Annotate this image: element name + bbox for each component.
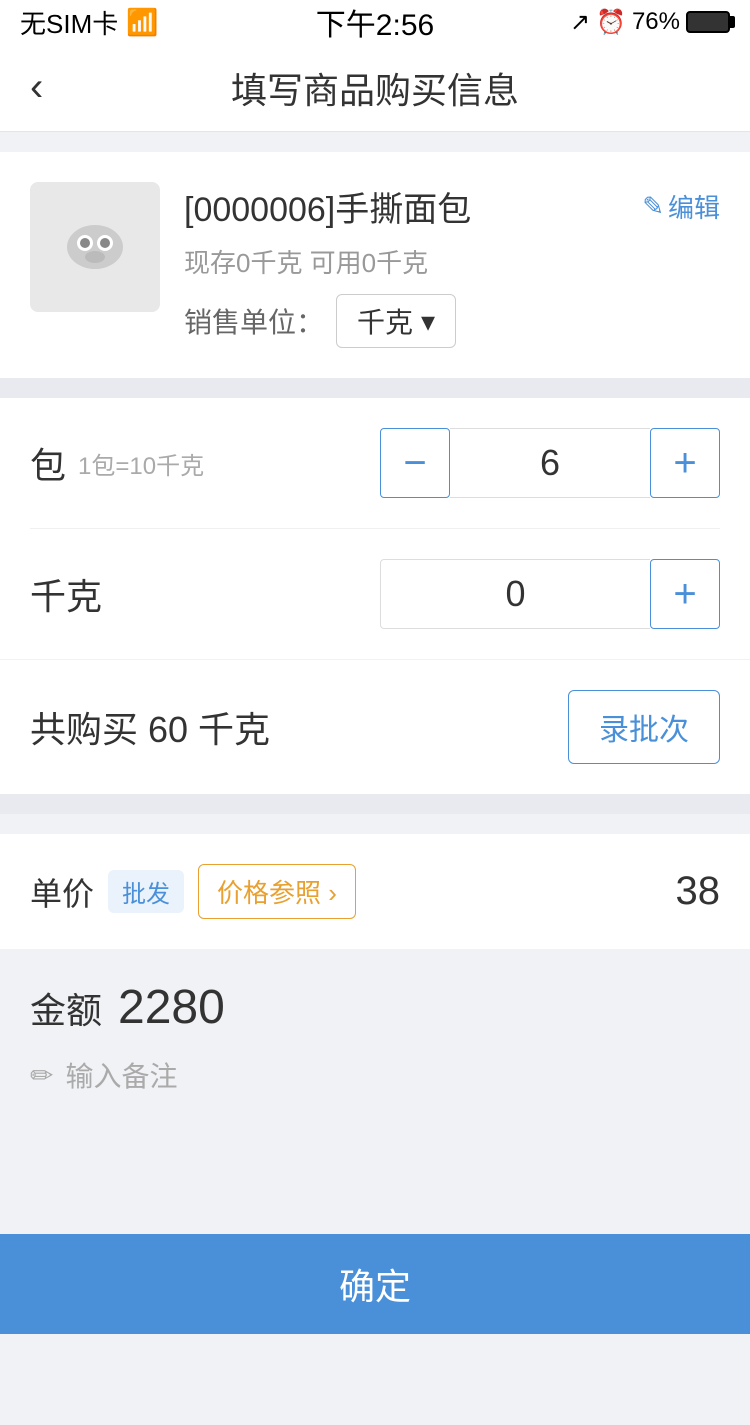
quantity-input-bao[interactable] xyxy=(450,428,650,498)
wifi-icon: 📶 xyxy=(126,7,158,38)
price-label: 单价 xyxy=(30,869,94,915)
battery-text: 76% xyxy=(632,8,680,36)
quantity-control-kg: + xyxy=(380,559,720,629)
note-row: ✏ 输入备注 xyxy=(30,1055,720,1095)
amount-row: 金额 2280 xyxy=(30,980,720,1035)
price-left: 单价 批发 价格参照 › xyxy=(30,864,356,919)
status-time: 下午2:56 xyxy=(316,0,434,44)
status-left: 无SIM卡 📶 xyxy=(20,4,159,41)
unit-value: 千克 xyxy=(357,301,413,341)
product-name: [0000006]手撕面包 xyxy=(184,182,471,231)
nav-bar: ‹ 填写商品购买信息 xyxy=(0,44,750,132)
quantity-hint-bao: 1包=10千克 xyxy=(78,446,204,481)
amount-section: 金额 2280 ✏ 输入备注 xyxy=(0,950,750,1125)
increment-kg-button[interactable]: + xyxy=(650,559,720,629)
divider-2 xyxy=(0,794,750,814)
price-section: 单价 批发 价格参照 › 38 xyxy=(0,834,750,949)
quantity-control-bao: − + xyxy=(380,428,720,498)
status-bar: 无SIM卡 📶 下午2:56 ↗ ⏰ 76% xyxy=(0,0,750,44)
location-icon: ↗ xyxy=(570,8,590,37)
quantity-label-bao: 包 xyxy=(30,437,66,489)
alarm-icon: ⏰ xyxy=(596,8,626,37)
amount-value: 2280 xyxy=(118,980,225,1035)
product-image xyxy=(30,182,160,312)
pencil-icon: ✏ xyxy=(30,1059,53,1092)
edit-button[interactable]: ✎ 编辑 xyxy=(642,188,720,225)
quantity-section: 包 1包=10千克 − + 千克 + xyxy=(0,398,750,659)
total-text: 共购买 60 千克 xyxy=(30,701,270,753)
quantity-label-kg: 千克 xyxy=(30,568,102,620)
decrement-bao-button[interactable]: − xyxy=(380,428,450,498)
unit-select[interactable]: 千克 ▾ xyxy=(336,294,456,348)
chevron-down-icon: ▾ xyxy=(421,305,435,338)
carrier-text: 无SIM卡 xyxy=(20,4,118,41)
battery-icon xyxy=(686,11,730,33)
price-ref-button[interactable]: 价格参照 › xyxy=(198,864,356,919)
increment-bao-button[interactable]: + xyxy=(650,428,720,498)
product-card: [0000006]手撕面包 ✎ 编辑 现存0千克 可用0千克 销售单位： 千克 … xyxy=(0,152,750,378)
quantity-row-kg: 千克 + xyxy=(30,529,720,659)
quantity-input-kg[interactable] xyxy=(380,559,650,629)
page-title: 填写商品购买信息 xyxy=(231,62,519,114)
quantity-row-bao: 包 1包=10千克 − + xyxy=(30,398,720,529)
unit-label: 销售单位： xyxy=(184,301,324,341)
status-right: ↗ ⏰ 76% xyxy=(570,8,730,37)
back-button[interactable]: ‹ xyxy=(30,65,43,110)
batch-button[interactable]: 录批次 xyxy=(568,690,720,764)
confirm-button[interactable]: 确定 xyxy=(339,1258,411,1310)
note-placeholder[interactable]: 输入备注 xyxy=(65,1055,177,1095)
confirm-bar[interactable]: 确定 xyxy=(0,1234,750,1334)
divider-1 xyxy=(0,378,750,398)
product-info: [0000006]手撕面包 ✎ 编辑 现存0千克 可用0千克 销售单位： 千克 … xyxy=(184,182,720,348)
total-section: 共购买 60 千克 录批次 xyxy=(0,660,750,794)
amount-label: 金额 xyxy=(30,982,102,1034)
product-stock: 现存0千克 可用0千克 xyxy=(184,243,720,280)
edit-icon: ✎ xyxy=(642,191,664,222)
batch-tag: 批发 xyxy=(108,870,184,913)
price-value: 38 xyxy=(676,869,721,914)
